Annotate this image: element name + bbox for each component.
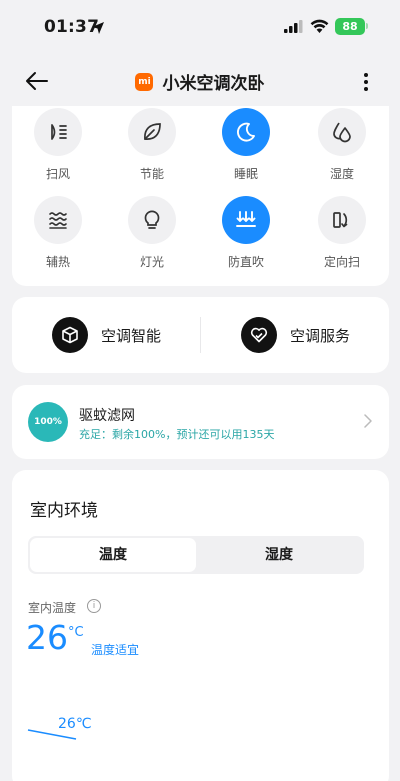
environment-tabs: 温度 湿度 (28, 536, 364, 574)
leaf-icon (128, 108, 176, 156)
control-label: 节能 (139, 167, 164, 181)
control-label: 睡眠 (233, 167, 258, 181)
control-label: 湿度 (329, 167, 354, 181)
swing-icon (34, 108, 82, 156)
temperature-value: 26 (26, 618, 68, 657)
temperature-status: 温度适宜 (91, 643, 140, 657)
drops-icon (318, 108, 366, 156)
anti-direct-icon (222, 196, 270, 244)
battery-indicator: 88 (335, 18, 365, 35)
heat-waves-icon (34, 196, 82, 244)
control-humidity[interactable]: 湿度 (302, 108, 382, 182)
ac-intelligence-label: 空调智能 (101, 326, 162, 345)
control-label: 定向扫 (323, 255, 360, 269)
ac-service-label: 空调服务 (290, 326, 351, 345)
environment-card: 室内环境 温度 湿度 室内温度 i 26 °C 温度适宜 26℃ (12, 470, 389, 781)
trend-label: 26℃ (58, 716, 92, 732)
indoor-temperature-label: 室内温度 (28, 601, 77, 615)
bulb-icon (128, 196, 176, 244)
control-sleep[interactable]: 睡眠 (206, 108, 286, 182)
nav-bar: mi 小米空调次卧 (0, 56, 400, 106)
heart-service-icon (241, 317, 277, 353)
mi-logo-icon: mi (135, 72, 154, 91)
filter-percent-badge: 100% (28, 402, 68, 442)
environment-title: 室内环境 (30, 501, 98, 521)
location-arrow-icon (92, 22, 104, 34)
control-label: 防直吹 (227, 255, 264, 269)
tab-humidity[interactable]: 湿度 (196, 538, 362, 572)
control-label: 灯光 (139, 255, 164, 269)
control-label: 辅热 (45, 255, 70, 269)
control-light[interactable]: 灯光 (112, 196, 192, 270)
directional-swing-icon (318, 196, 366, 244)
control-label: 扫风 (45, 167, 70, 181)
control-eco[interactable]: 节能 (112, 108, 192, 182)
more-vertical-icon[interactable] (360, 70, 372, 94)
wifi-icon (310, 19, 329, 33)
control-swing[interactable]: 扫风 (18, 108, 98, 182)
tab-temperature[interactable]: 温度 (30, 538, 196, 572)
control-directional-swing[interactable]: 定向扫 (302, 196, 382, 270)
temperature-trend-chart: 26℃ (27, 716, 92, 740)
cellular-signal-icon (284, 20, 303, 33)
page-title: 小米空调次卧 (162, 74, 265, 94)
filter-card[interactable]: 100% 驱蚊滤网 充足：剩余100%，预计还可以用135天 (12, 385, 389, 459)
temperature-unit: °C (68, 625, 84, 640)
smart-service-card: 空调智能 空调服务 (12, 297, 389, 373)
control-aux-heat[interactable]: 辅热 (18, 196, 98, 270)
moon-icon (222, 108, 270, 156)
filter-title: 驱蚊滤网 (79, 408, 135, 424)
battery-tip (366, 23, 368, 29)
control-anti-direct[interactable]: 防直吹 (206, 196, 286, 270)
filter-subtitle: 充足：剩余100%，预计还可以用135天 (79, 428, 275, 441)
ac-intelligence-button[interactable]: 空调智能 (52, 317, 161, 353)
nav-title-group: mi 小米空调次卧 (0, 69, 400, 94)
chevron-right-icon (364, 414, 372, 428)
mode-controls-card: 扫风 节能 睡眠 湿度 辅热 灯光 防直吹 定向扫 (12, 106, 389, 286)
cube-icon (52, 317, 88, 353)
ac-service-button[interactable]: 空调服务 (241, 317, 350, 353)
status-bar: 01:37 88 (0, 0, 400, 56)
info-icon[interactable]: i (87, 599, 101, 613)
divider (200, 317, 201, 353)
